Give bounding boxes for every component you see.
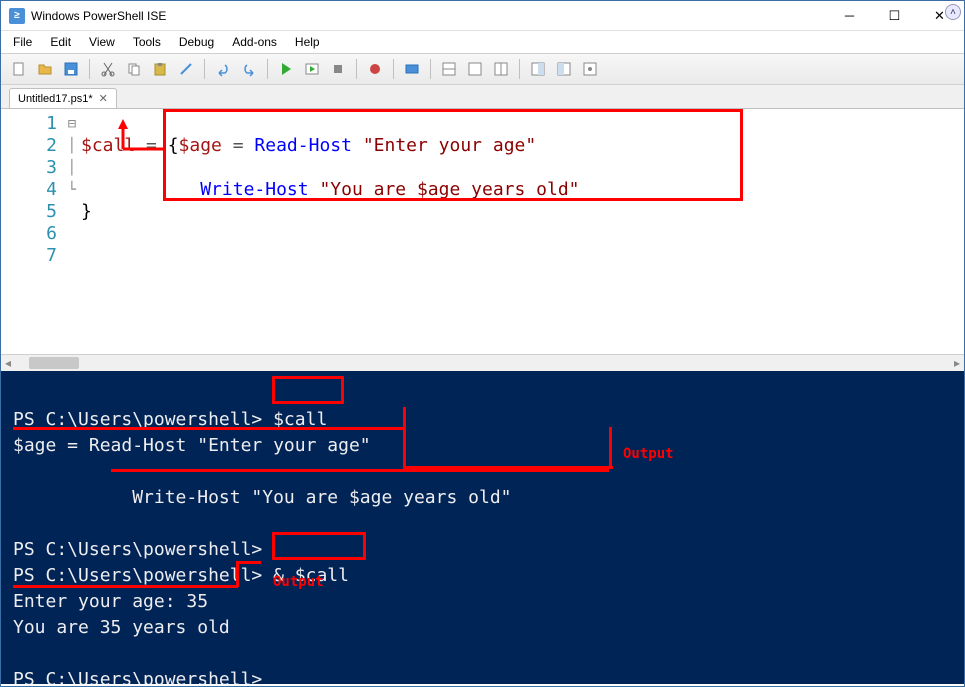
new-icon[interactable] bbox=[7, 57, 31, 81]
toolbar-separator bbox=[519, 59, 520, 79]
undo-icon[interactable] bbox=[211, 57, 235, 81]
window-title: Windows PowerShell ISE bbox=[31, 9, 827, 23]
options-icon[interactable] bbox=[578, 57, 602, 81]
app-icon: ≥ bbox=[9, 8, 25, 24]
scroll-thumb[interactable] bbox=[29, 357, 79, 369]
annotation-line bbox=[403, 407, 406, 469]
editor-hscrollbar[interactable]: ◂ ▸ bbox=[1, 354, 964, 371]
line-number: 7 bbox=[1, 245, 57, 267]
toolbar bbox=[1, 53, 964, 85]
annotation-label-output: Output bbox=[623, 441, 674, 467]
titlebar: ≥ Windows PowerShell ISE ─ ☐ ✕ bbox=[1, 1, 964, 31]
menu-tools[interactable]: Tools bbox=[125, 33, 169, 51]
toolbar-separator bbox=[356, 59, 357, 79]
show-command-icon[interactable] bbox=[552, 57, 576, 81]
collapse-pane-icon[interactable]: ˄ bbox=[945, 4, 961, 20]
code-token: "You are $age years old" bbox=[319, 179, 579, 200]
tab-untitled17[interactable]: Untitled17.ps1* ✕ bbox=[9, 88, 117, 108]
code-token: Read-Host bbox=[254, 135, 352, 156]
layout1-icon[interactable] bbox=[437, 57, 461, 81]
code-token bbox=[81, 179, 200, 200]
code-token: = bbox=[222, 135, 255, 156]
tab-label: Untitled17.ps1* bbox=[18, 93, 93, 105]
code-token: $age bbox=[179, 135, 222, 156]
console-prompt: PS C:\Users\powershell> bbox=[13, 669, 262, 684]
copy-icon[interactable] bbox=[122, 57, 146, 81]
console-pane[interactable]: PS C:\Users\powershell> $call $age = Rea… bbox=[1, 371, 964, 684]
console-prompt: PS C:\Users\powershell> bbox=[13, 409, 273, 430]
toolbar-separator bbox=[267, 59, 268, 79]
line-number: 3 bbox=[1, 157, 57, 179]
code-token bbox=[309, 179, 320, 200]
command-addon-icon[interactable] bbox=[526, 57, 550, 81]
layout2-icon[interactable] bbox=[463, 57, 487, 81]
menu-file[interactable]: File bbox=[5, 33, 40, 51]
menu-edit[interactable]: Edit bbox=[42, 33, 79, 51]
line-number: 4 bbox=[1, 179, 57, 201]
annotation-box-invoke bbox=[272, 532, 366, 560]
run-selection-icon[interactable] bbox=[300, 57, 324, 81]
annotation-line bbox=[236, 561, 261, 564]
code-token: } bbox=[81, 201, 92, 222]
code-area[interactable]: $call = {$age = Read-Host "Enter your ag… bbox=[81, 109, 964, 354]
scroll-right-icon[interactable]: ▸ bbox=[950, 356, 964, 370]
console-prompt: PS C:\Users\powershell> bbox=[13, 565, 273, 586]
cut-icon[interactable] bbox=[96, 57, 120, 81]
layout3-icon[interactable] bbox=[489, 57, 513, 81]
line-number: 1 bbox=[1, 113, 57, 135]
toolbar-separator bbox=[89, 59, 90, 79]
window-controls: ─ ☐ ✕ bbox=[827, 2, 962, 30]
run-icon[interactable] bbox=[274, 57, 298, 81]
menu-addons[interactable]: Add-ons bbox=[224, 33, 285, 51]
annotation-line bbox=[403, 466, 613, 469]
menu-help[interactable]: Help bbox=[287, 33, 328, 51]
code-token: "Enter your age" bbox=[363, 135, 536, 156]
line-gutter: 1 2 3 4 5 6 7 bbox=[1, 109, 63, 354]
menubar: File Edit View Tools Debug Add-ons Help bbox=[1, 31, 964, 53]
scroll-left-icon[interactable]: ◂ bbox=[1, 356, 15, 370]
tabbar: Untitled17.ps1* ✕ ˄ bbox=[1, 85, 964, 109]
open-icon[interactable] bbox=[33, 57, 57, 81]
maximize-button[interactable]: ☐ bbox=[872, 2, 917, 30]
code-token: = bbox=[135, 135, 168, 156]
annotation-line bbox=[111, 469, 609, 472]
fold-column: ⊟ ││└ bbox=[63, 109, 81, 354]
annotation-line bbox=[609, 427, 612, 469]
annotation-box-call bbox=[272, 376, 344, 404]
remote-icon[interactable] bbox=[400, 57, 424, 81]
stop-icon[interactable] bbox=[326, 57, 350, 81]
minimize-button[interactable]: ─ bbox=[827, 2, 872, 30]
toolbar-separator bbox=[204, 59, 205, 79]
paste-icon[interactable] bbox=[148, 57, 172, 81]
line-number: 6 bbox=[1, 223, 57, 245]
line-number: 5 bbox=[1, 201, 57, 223]
clear-icon[interactable] bbox=[174, 57, 198, 81]
line-number: 2 bbox=[1, 135, 57, 157]
fold-toggle-icon[interactable]: ⊟ bbox=[63, 113, 81, 135]
console-input: & $call bbox=[273, 565, 349, 586]
toolbar-separator bbox=[393, 59, 394, 79]
editor-pane[interactable]: 1 2 3 4 5 6 7 ⊟ ││└ $call = {$age = Read… bbox=[1, 109, 964, 354]
toolbar-separator bbox=[430, 59, 431, 79]
save-icon[interactable] bbox=[59, 57, 83, 81]
console-prompt: PS C:\Users\powershell> bbox=[13, 539, 262, 560]
code-token: { bbox=[168, 135, 179, 156]
code-token: Write-Host bbox=[200, 179, 308, 200]
breakpoint-icon[interactable] bbox=[363, 57, 387, 81]
console-output: Write-Host "You are $age years old" bbox=[13, 487, 512, 508]
tab-close-icon[interactable]: ✕ bbox=[99, 92, 108, 105]
console-output: $age = Read-Host "Enter your age" bbox=[13, 435, 371, 456]
console-input: $call bbox=[273, 409, 327, 430]
menu-debug[interactable]: Debug bbox=[171, 33, 222, 51]
menu-view[interactable]: View bbox=[81, 33, 123, 51]
redo-icon[interactable] bbox=[237, 57, 261, 81]
code-token bbox=[352, 135, 363, 156]
console-output: You are 35 years old bbox=[13, 617, 230, 638]
console-output: Enter your age: 35 bbox=[13, 591, 208, 612]
code-token: $call bbox=[81, 135, 135, 156]
